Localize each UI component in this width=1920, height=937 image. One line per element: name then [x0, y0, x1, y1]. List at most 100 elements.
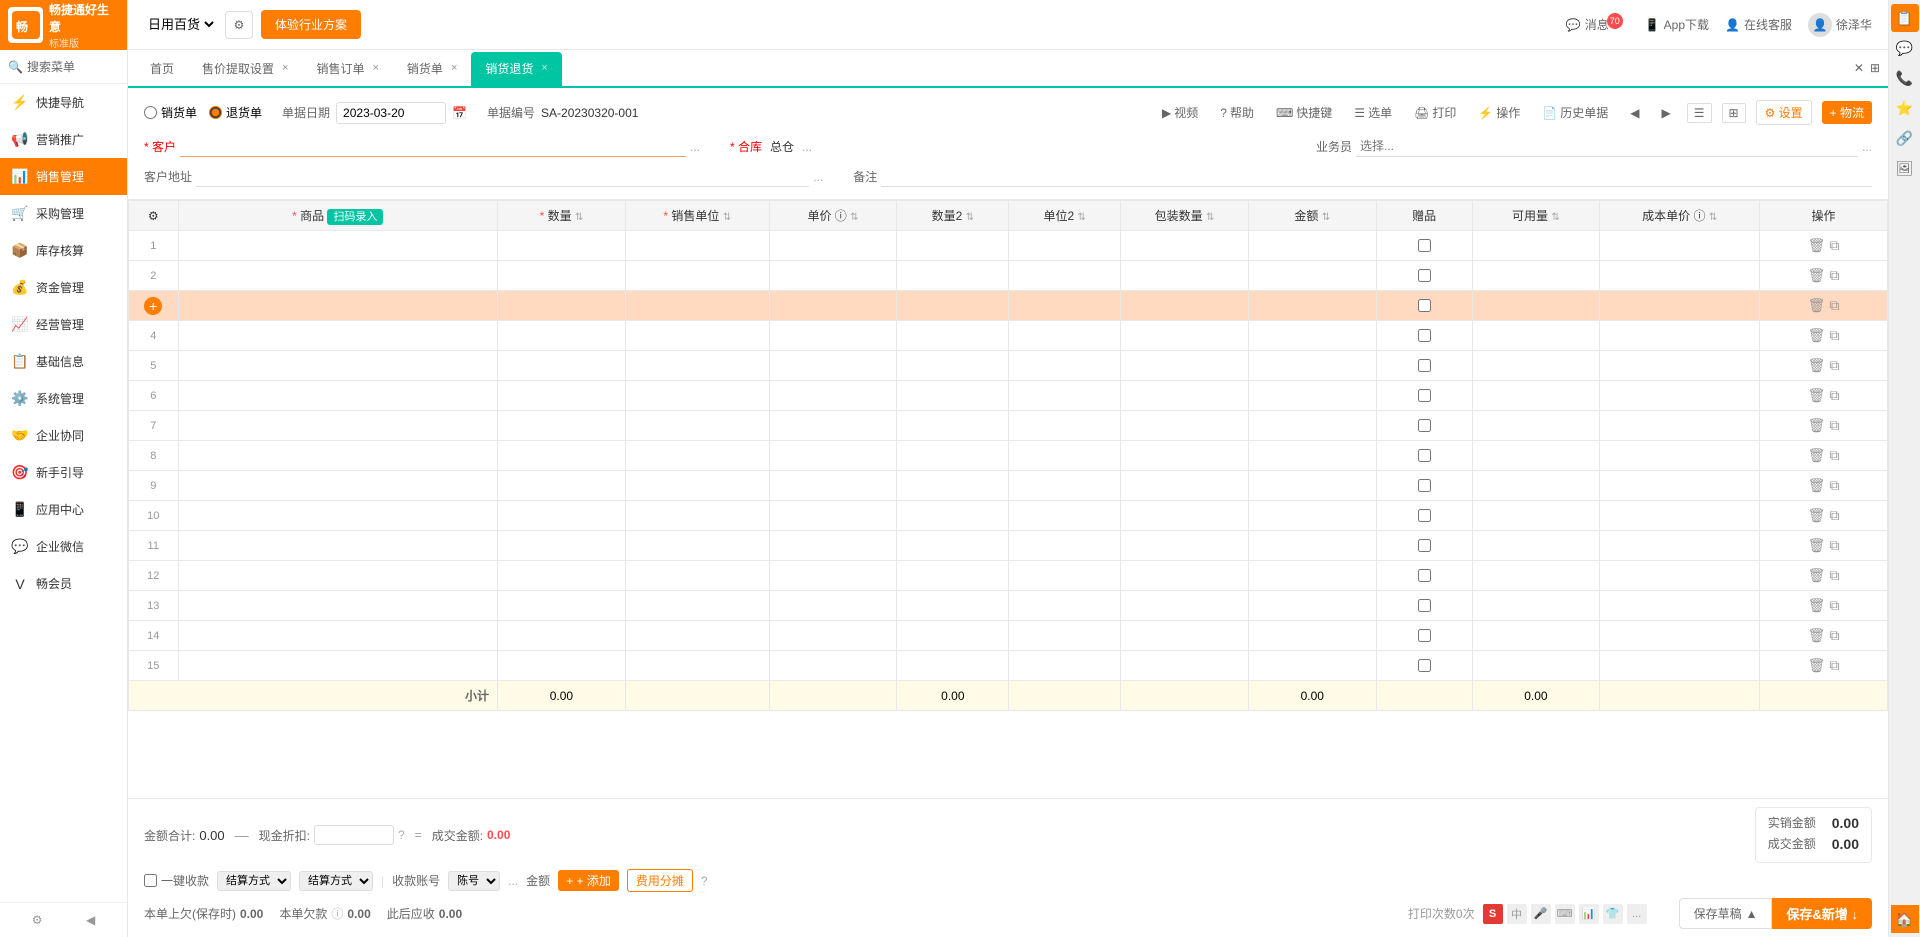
qty2-cell[interactable]	[897, 501, 1009, 531]
product-cell[interactable]	[178, 591, 498, 621]
amount-cell[interactable]	[1248, 621, 1376, 651]
delete-icon[interactable]: 🗑	[1808, 447, 1826, 464]
price-cell[interactable]	[769, 531, 897, 561]
amount-cell[interactable]	[1248, 591, 1376, 621]
unit2-cell[interactable]	[1009, 291, 1121, 321]
product-cell[interactable]	[178, 411, 498, 441]
unit2-cell[interactable]	[1009, 471, 1121, 501]
product-cell[interactable]	[178, 261, 498, 291]
packqty-cell[interactable]	[1121, 471, 1249, 501]
prev-btn[interactable]: ◀	[1624, 104, 1645, 122]
history-btn[interactable]: 📄 历史单据	[1536, 102, 1614, 123]
gift-cell[interactable]	[1376, 651, 1472, 681]
qty-cell[interactable]	[498, 651, 626, 681]
packqty-cell[interactable]	[1121, 501, 1249, 531]
unit2-cell[interactable]	[1009, 531, 1121, 561]
amount-cell[interactable]	[1248, 291, 1376, 321]
copy-icon[interactable]: ⧉	[1829, 567, 1839, 584]
gift-cell[interactable]	[1376, 231, 1472, 261]
qty-cell[interactable]	[498, 561, 626, 591]
unit-cell[interactable]	[625, 651, 769, 681]
unit2-cell[interactable]	[1009, 321, 1121, 351]
packqty-cell[interactable]	[1121, 621, 1249, 651]
qty-cell[interactable]	[498, 531, 626, 561]
qty2-cell[interactable]	[897, 591, 1009, 621]
tab-sale-return-close[interactable]: ×	[541, 62, 547, 74]
unit2-cell[interactable]	[1009, 651, 1121, 681]
taskbar-icon-3[interactable]: 🎤	[1531, 904, 1551, 924]
tab-price-setting[interactable]: 售价提取设置 ×	[188, 52, 302, 87]
packqty-cell[interactable]	[1121, 441, 1249, 471]
amount-cell[interactable]	[1248, 381, 1376, 411]
gift-checkbox[interactable]	[1418, 569, 1431, 582]
qty2-cell[interactable]	[897, 471, 1009, 501]
amount-cell[interactable]	[1248, 501, 1376, 531]
gift-cell[interactable]	[1376, 321, 1472, 351]
qty2-cell[interactable]	[897, 561, 1009, 591]
address-dots[interactable]: ...	[813, 170, 823, 184]
sidebar-item-weixin[interactable]: 💬 企业微信	[0, 528, 127, 565]
qty2-cell[interactable]	[897, 441, 1009, 471]
amount-cell[interactable]	[1248, 231, 1376, 261]
product-cell[interactable]	[178, 231, 498, 261]
amount-cell[interactable]	[1248, 351, 1376, 381]
sidebar-item-shortcut[interactable]: ⚡ 快捷导航	[0, 84, 127, 121]
taskbar-icon-6[interactable]: 👕	[1603, 904, 1623, 924]
gift-cell[interactable]	[1376, 291, 1472, 321]
settlement-method-select[interactable]: 结算方式	[299, 871, 373, 891]
copy-icon[interactable]: ⧉	[1829, 597, 1839, 614]
taskbar-icon-4[interactable]: ⌨	[1555, 904, 1575, 924]
packqty-cell[interactable]	[1121, 321, 1249, 351]
unit2-cell[interactable]	[1009, 501, 1121, 531]
discount-help-icon[interactable]: ?	[398, 828, 405, 842]
amount-cell[interactable]	[1248, 531, 1376, 561]
right-icon-image[interactable]: 🖼	[1891, 154, 1919, 182]
address-input[interactable]	[196, 166, 809, 187]
user-profile[interactable]: 👤 徐泽华	[1808, 13, 1872, 37]
tab-home[interactable]: 首页	[136, 52, 188, 87]
copy-icon[interactable]: ⧉	[1829, 327, 1839, 344]
add-row-btn[interactable]: +	[144, 297, 162, 315]
warehouse-dots[interactable]: ...	[802, 140, 812, 154]
unit-cell[interactable]	[625, 531, 769, 561]
gift-checkbox[interactable]	[1418, 389, 1431, 402]
gift-checkbox[interactable]	[1418, 629, 1431, 642]
taskbar-icon-2[interactable]: 中	[1507, 904, 1527, 924]
delete-icon[interactable]: 🗑	[1808, 537, 1826, 554]
gift-cell[interactable]	[1376, 591, 1472, 621]
qty2-cell[interactable]	[897, 291, 1009, 321]
sidebar-item-inventory[interactable]: 📦 库存核算	[0, 232, 127, 269]
gift-checkbox[interactable]	[1418, 659, 1431, 672]
product-cell[interactable]	[178, 651, 498, 681]
radio-sale[interactable]: 销货单	[144, 104, 197, 121]
view-list-btn[interactable]: ☰	[1687, 103, 1712, 123]
price-cell[interactable]	[769, 381, 897, 411]
qty-cell[interactable]	[498, 411, 626, 441]
price-cell[interactable]	[769, 561, 897, 591]
tab-expand-icon[interactable]: ⊞	[1870, 61, 1880, 75]
price-cell[interactable]	[769, 621, 897, 651]
gift-cell[interactable]	[1376, 621, 1472, 651]
packqty-cell[interactable]	[1121, 261, 1249, 291]
sidebar-item-finance[interactable]: 💰 资金管理	[0, 269, 127, 306]
price-cell[interactable]	[769, 441, 897, 471]
amount-cell[interactable]	[1248, 561, 1376, 591]
taskbar-icon-1[interactable]: S	[1483, 904, 1503, 924]
qty-cell[interactable]	[498, 381, 626, 411]
staff-dots[interactable]: ...	[1862, 140, 1872, 154]
qty2-cell[interactable]	[897, 381, 1009, 411]
add-fee-btn[interactable]: + + 添加	[558, 870, 619, 891]
gift-cell[interactable]	[1376, 351, 1472, 381]
copy-icon[interactable]: ⧉	[1829, 267, 1839, 284]
copy-icon[interactable]: ⧉	[1829, 447, 1839, 464]
gift-checkbox[interactable]	[1418, 239, 1431, 252]
qty-cell[interactable]	[498, 441, 626, 471]
copy-icon[interactable]: ⧉	[1829, 387, 1839, 404]
delete-icon[interactable]: 🗑	[1808, 657, 1826, 674]
product-cell[interactable]	[178, 471, 498, 501]
qty2-cell[interactable]	[897, 651, 1009, 681]
sidebar-item-operation[interactable]: 📈 经营管理	[0, 306, 127, 343]
delete-icon[interactable]: 🗑	[1808, 597, 1826, 614]
industry-dropdown[interactable]: 日用百货	[144, 16, 217, 33]
unit2-cell[interactable]	[1009, 231, 1121, 261]
